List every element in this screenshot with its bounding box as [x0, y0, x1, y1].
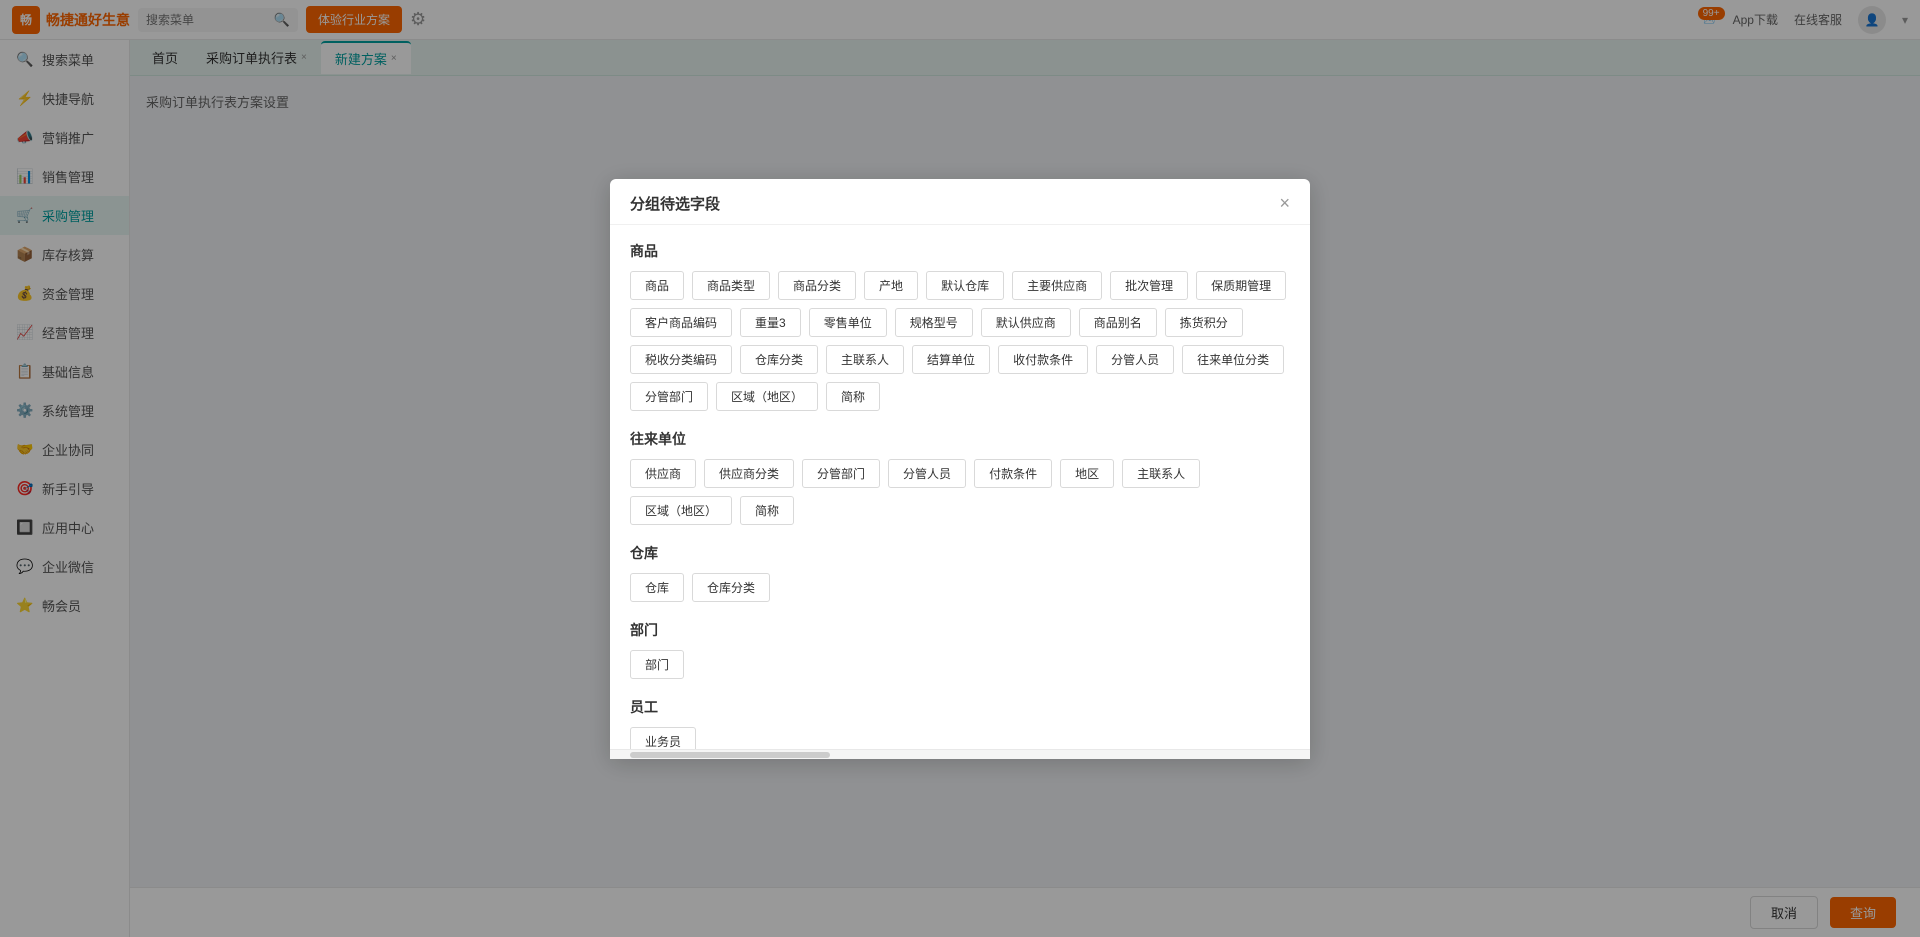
field-tag-0-18[interactable]: 结算单位 — [912, 345, 990, 374]
field-tag-0-19[interactable]: 收付款条件 — [998, 345, 1088, 374]
tag-grid-4: 业务员 — [630, 727, 1290, 749]
field-tag-0-8[interactable]: 客户商品编码 — [630, 308, 732, 337]
modal-scrollbar-thumb — [630, 752, 830, 758]
field-tag-0-11[interactable]: 规格型号 — [895, 308, 973, 337]
field-tag-0-20[interactable]: 分管人员 — [1096, 345, 1174, 374]
section-title-0: 商品 — [630, 241, 1290, 261]
overlay: 分组待选字段 × 商品商品商品类型商品分类产地默认仓库主要供应商批次管理保质期管… — [0, 0, 1920, 937]
field-tag-0-16[interactable]: 仓库分类 — [740, 345, 818, 374]
section-3: 部门部门 — [630, 620, 1290, 679]
section-title-3: 部门 — [630, 620, 1290, 640]
field-tag-4-0[interactable]: 业务员 — [630, 727, 696, 749]
section-2: 仓库仓库仓库分类 — [630, 543, 1290, 602]
field-tag-1-2[interactable]: 分管部门 — [802, 459, 880, 488]
section-title-2: 仓库 — [630, 543, 1290, 563]
tag-grid-1: 供应商供应商分类分管部门分管人员付款条件地区主联系人区域（地区） 简称 — [630, 459, 1290, 525]
field-tag-0-4[interactable]: 默认仓库 — [926, 271, 1004, 300]
field-tag-1-0[interactable]: 供应商 — [630, 459, 696, 488]
section-title-4: 员工 — [630, 697, 1290, 717]
field-tag-0-3[interactable]: 产地 — [864, 271, 918, 300]
field-tag-0-13[interactable]: 商品别名 — [1079, 308, 1157, 337]
modal-body: 商品商品商品类型商品分类产地默认仓库主要供应商批次管理保质期管理客户商品编码重量… — [610, 225, 1310, 749]
field-tag-3-0[interactable]: 部门 — [630, 650, 684, 679]
field-tag-0-6[interactable]: 批次管理 — [1110, 271, 1188, 300]
field-tag-1-8[interactable]: 简称 — [740, 496, 794, 525]
field-tag-1-4[interactable]: 付款条件 — [974, 459, 1052, 488]
tag-grid-0: 商品商品类型商品分类产地默认仓库主要供应商批次管理保质期管理客户商品编码重量3 零… — [630, 271, 1290, 411]
modal-title: 分组待选字段 — [630, 193, 720, 214]
field-tag-2-0[interactable]: 仓库 — [630, 573, 684, 602]
section-0: 商品商品商品类型商品分类产地默认仓库主要供应商批次管理保质期管理客户商品编码重量… — [630, 241, 1290, 411]
tag-grid-2: 仓库仓库分类 — [630, 573, 1290, 602]
tag-grid-3: 部门 — [630, 650, 1290, 679]
modal: 分组待选字段 × 商品商品商品类型商品分类产地默认仓库主要供应商批次管理保质期管… — [610, 179, 1310, 759]
modal-close-button[interactable]: × — [1279, 193, 1290, 214]
field-tag-0-1[interactable]: 商品类型 — [692, 271, 770, 300]
section-title-1: 往来单位 — [630, 429, 1290, 449]
field-tag-0-0[interactable]: 商品 — [630, 271, 684, 300]
section-1: 往来单位供应商供应商分类分管部门分管人员付款条件地区主联系人区域（地区） 简称 — [630, 429, 1290, 525]
field-tag-1-6[interactable]: 主联系人 — [1122, 459, 1200, 488]
field-tag-0-23[interactable]: 区域（地区） — [716, 382, 818, 411]
field-tag-0-17[interactable]: 主联系人 — [826, 345, 904, 374]
field-tag-0-7[interactable]: 保质期管理 — [1196, 271, 1286, 300]
field-tag-0-5[interactable]: 主要供应商 — [1012, 271, 1102, 300]
field-tag-0-2[interactable]: 商品分类 — [778, 271, 856, 300]
field-tag-0-12[interactable]: 默认供应商 — [981, 308, 1071, 337]
field-tag-0-24[interactable]: 简称 — [826, 382, 880, 411]
field-tag-0-21[interactable]: 往来单位分类 — [1182, 345, 1284, 374]
field-tag-2-1[interactable]: 仓库分类 — [692, 573, 770, 602]
field-tag-0-14[interactable]: 拣货积分 — [1165, 308, 1243, 337]
modal-header: 分组待选字段 × — [610, 179, 1310, 225]
field-tag-0-15[interactable]: 税收分类编码 — [630, 345, 732, 374]
field-tag-0-22[interactable]: 分管部门 — [630, 382, 708, 411]
field-tag-1-7[interactable]: 区域（地区） — [630, 496, 732, 525]
section-4: 员工业务员 — [630, 697, 1290, 749]
field-tag-0-9[interactable]: 重量3 — [740, 308, 801, 337]
field-tag-1-5[interactable]: 地区 — [1060, 459, 1114, 488]
field-tag-1-1[interactable]: 供应商分类 — [704, 459, 794, 488]
field-tag-1-3[interactable]: 分管人员 — [888, 459, 966, 488]
modal-scrollbar[interactable] — [610, 749, 1310, 759]
field-tag-0-10[interactable]: 零售单位 — [809, 308, 887, 337]
